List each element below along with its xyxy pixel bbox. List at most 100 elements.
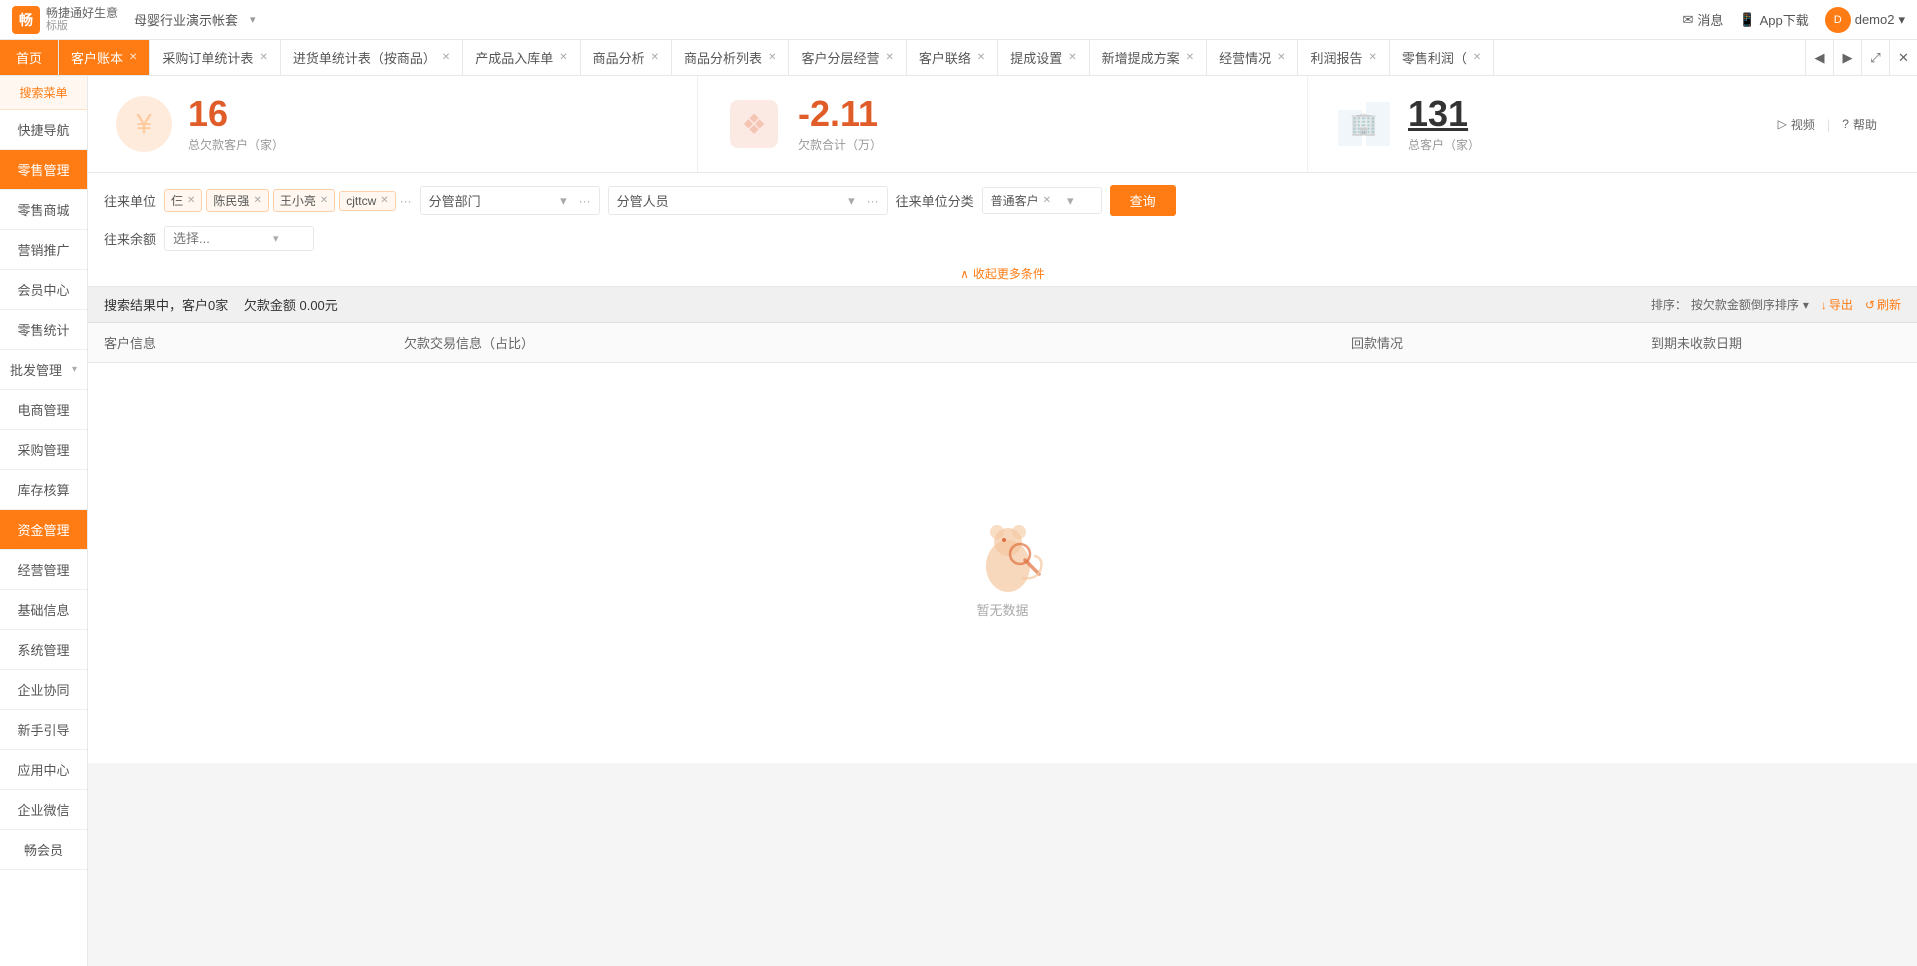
remove-unit-tag-1[interactable]: ✕ <box>187 195 195 206</box>
tab-incoming-stats[interactable]: 进货单统计表（按商品） ✕ <box>281 40 463 75</box>
close-icon[interactable]: ✕ <box>259 52 267 63</box>
dept-dots[interactable]: ··· <box>579 194 591 208</box>
message-btn[interactable]: ✉ 消息 <box>1682 10 1723 29</box>
sidebar-item-purchase[interactable]: 采购管理 <box>0 430 87 470</box>
sidebar-item-retail[interactable]: 零售管理 <box>0 150 87 190</box>
remove-unit-tag-4[interactable]: ✕ <box>380 195 388 206</box>
sidebar-item-ecommerce[interactable]: 电商管理 <box>0 390 87 430</box>
sidebar-item-member2[interactable]: 畅会员 <box>0 830 87 870</box>
sidebar-item-marketing[interactable]: 营销推广 <box>0 230 87 270</box>
account-selector[interactable]: 母婴行业演示帐套 <box>134 10 238 29</box>
tab-home[interactable]: 首页 <box>0 40 59 75</box>
close-icon[interactable]: ✕ <box>885 52 893 63</box>
sidebar-item-wechat[interactable]: 企业微信 <box>0 790 87 830</box>
person-dots[interactable]: ··· <box>867 194 879 208</box>
close-icon[interactable]: ✕ <box>129 52 137 63</box>
sort-select[interactable]: 排序： 按欠款金额倒序排序 ▾ <box>1651 296 1809 313</box>
tab-profit-report[interactable]: 利润报告 ✕ <box>1298 40 1389 75</box>
header-actions: ▷ 视频 | ? 帮助 <box>1762 116 1893 133</box>
close-icon[interactable]: ✕ <box>1277 52 1285 63</box>
sort-value: 按欠款金额倒序排序 <box>1691 296 1799 313</box>
tab-operations[interactable]: 经营情况 ✕ <box>1207 40 1298 75</box>
balance-input[interactable] <box>173 231 273 246</box>
remove-category-tag[interactable]: ✕ <box>1043 195 1051 206</box>
balance-select[interactable]: ▾ <box>164 226 314 251</box>
sidebar-item-enterprise[interactable]: 企业协同 <box>0 670 87 710</box>
sidebar-item-basic-info[interactable]: 基础信息 <box>0 590 87 630</box>
nav-tabs: 首页 客户账本 ✕ 采购订单统计表 ✕ 进货单统计表（按商品） ✕ 产成品入库单… <box>0 40 1917 76</box>
sidebar-item-inventory[interactable]: 库存核算 <box>0 470 87 510</box>
tab-label: 客户联络 <box>919 48 971 67</box>
person-filter[interactable]: 分管人员 ▾ ··· <box>608 186 888 215</box>
sidebar-item-system[interactable]: 系统管理 <box>0 630 87 670</box>
query-button[interactable]: 查询 <box>1110 185 1176 216</box>
user-menu[interactable]: D demo2 ▾ <box>1825 7 1905 33</box>
sidebar-item-member[interactable]: 会员中心 <box>0 270 87 310</box>
table-body: 暂无数据 <box>88 363 1917 763</box>
sidebar-item-finance[interactable]: 资金管理 <box>0 510 87 550</box>
close-icon[interactable]: ✕ <box>1369 52 1377 63</box>
dept-filter[interactable]: 分管部门 ▾ ··· <box>420 186 600 215</box>
sort-arrow: ▾ <box>1803 298 1809 312</box>
tab-customer-layer[interactable]: 客户分层经营 ✕ <box>789 40 906 75</box>
category-select[interactable]: 普通客户 ✕ ▾ <box>982 187 1102 214</box>
stat-number-customers: 16 <box>188 96 284 132</box>
sidebar-item-newbie[interactable]: 新手引导 <box>0 710 87 750</box>
close-icon[interactable]: ✕ <box>442 52 450 63</box>
more-tags-btn[interactable]: ··· <box>400 194 412 208</box>
stat-card-amount: ❖ -2.11 欠款合计（万） <box>698 76 1308 172</box>
sidebar-search[interactable]: 搜索菜单 <box>0 76 87 110</box>
export-btn[interactable]: ↓ 导出 <box>1821 296 1853 313</box>
filter-bar: 往来单位 仨 ✕ 陈民强 ✕ 王小亮 ✕ cjttcw <box>88 173 1917 287</box>
refresh-btn[interactable]: ↺ 刷新 <box>1865 296 1901 313</box>
collapse-button[interactable]: ∧ 收起更多条件 <box>960 265 1045 282</box>
stat-icon-amount: ❖ <box>722 92 786 156</box>
balance-filter-label: 往来余额 <box>104 229 156 248</box>
tab-add-commission[interactable]: 新增提成方案 ✕ <box>1090 40 1207 75</box>
filter-row-1: 往来单位 仨 ✕ 陈民强 ✕ 王小亮 ✕ cjttcw <box>104 185 1901 216</box>
sidebar-item-retail-stats[interactable]: 零售统计 <box>0 310 87 350</box>
nav-close-all[interactable]: ✕ <box>1889 40 1917 76</box>
collapse-label: 收起更多条件 <box>973 265 1045 282</box>
sidebar-item-operations-mgmt[interactable]: 经营管理 <box>0 550 87 590</box>
logo-area: 畅 畅捷通好生意 标版 <box>12 6 118 34</box>
person-filter-label: 分管人员 <box>617 191 669 210</box>
close-icon[interactable]: ✕ <box>1186 52 1194 63</box>
empty-text: 暂无数据 <box>976 600 1028 619</box>
nav-prev-arrow[interactable]: ◀ <box>1805 40 1833 76</box>
tab-customer-contact[interactable]: 客户联络 ✕ <box>907 40 998 75</box>
top-bar-right: ✉ 消息 📱 App下载 D demo2 ▾ <box>1682 7 1905 33</box>
close-icon[interactable]: ✕ <box>768 52 776 63</box>
tab-label: 产成品入库单 <box>475 48 553 67</box>
app-download-btn[interactable]: 📱 App下载 <box>1739 10 1808 29</box>
tab-product-analysis-list[interactable]: 商品分析列表 ✕ <box>672 40 789 75</box>
sidebar-quick-nav[interactable]: 快捷导航 <box>0 110 87 150</box>
tab-retail-profit[interactable]: 零售利润（ ✕ <box>1390 40 1494 75</box>
close-icon[interactable]: ✕ <box>651 52 659 63</box>
sidebar-item-app-center[interactable]: 应用中心 <box>0 750 87 790</box>
close-icon[interactable]: ✕ <box>977 52 985 63</box>
tab-product-analysis[interactable]: 商品分析 ✕ <box>581 40 672 75</box>
tab-commission-settings[interactable]: 提成设置 ✕ <box>998 40 1089 75</box>
help-btn[interactable]: ? 帮助 <box>1842 116 1877 133</box>
remove-unit-tag-3[interactable]: ✕ <box>320 195 328 206</box>
logo-subtitle: 标版 <box>46 20 118 33</box>
close-icon[interactable]: ✕ <box>559 52 567 63</box>
remove-unit-tag-2[interactable]: ✕ <box>253 195 261 206</box>
sidebar-item-retail-mall[interactable]: 零售商城 <box>0 190 87 230</box>
person-dropdown-arrow: ▾ <box>848 193 855 209</box>
tab-customer-account[interactable]: 客户账本 ✕ <box>59 40 150 75</box>
tab-purchase-order[interactable]: 采购订单统计表 ✕ <box>150 40 280 75</box>
tab-product-instock[interactable]: 产成品入库单 ✕ <box>463 40 580 75</box>
account-dropdown-arrow[interactable]: ▾ <box>250 13 256 26</box>
video-btn[interactable]: ▷ 视频 <box>1778 116 1815 133</box>
nav-next-arrow[interactable]: ▶ <box>1833 40 1861 76</box>
collapse-row: ∧ 收起更多条件 <box>104 261 1901 286</box>
refresh-label: 刷新 <box>1877 296 1901 313</box>
close-icon[interactable]: ✕ <box>1473 52 1481 63</box>
nav-maximize[interactable]: ⤢ <box>1861 40 1889 76</box>
sidebar-item-wholesale[interactable]: 批发管理 ▾ <box>0 350 87 390</box>
chevron-up-icon: ∧ <box>960 267 969 281</box>
unit-tag-4: cjttcw ✕ <box>339 191 395 211</box>
close-icon[interactable]: ✕ <box>1068 52 1076 63</box>
